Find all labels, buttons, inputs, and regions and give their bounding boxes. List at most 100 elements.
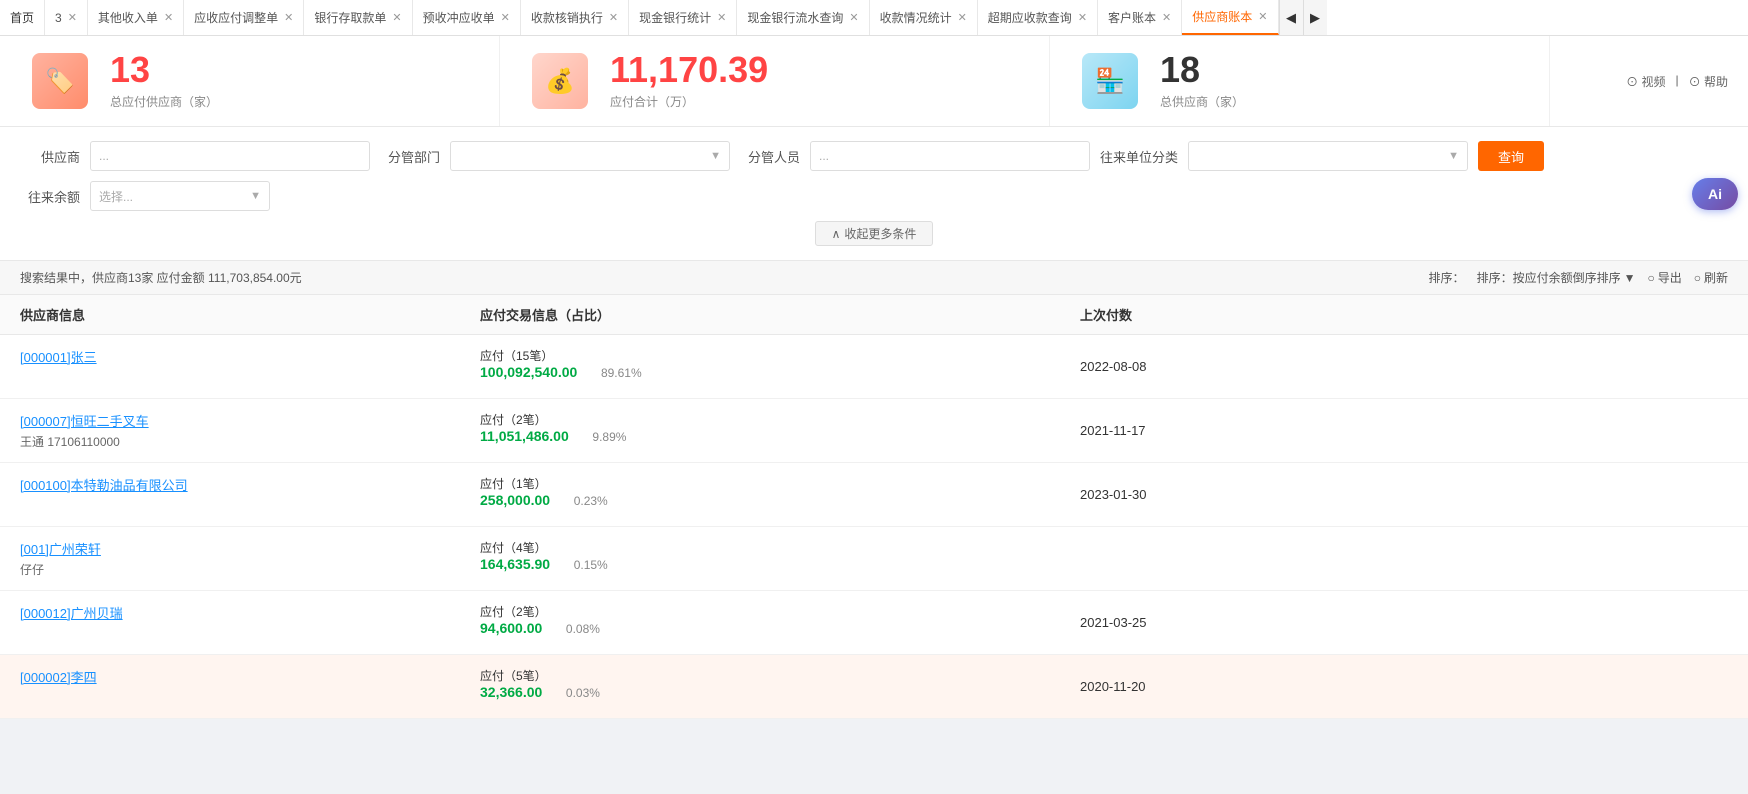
nav-item-tab3[interactable]: 应收应付调整单 ✕ <box>184 0 304 35</box>
nav-item-home[interactable]: 首页 <box>0 0 45 35</box>
tx-percent: 0.03% <box>566 686 600 700</box>
dept-filter-label: 分管部门 <box>380 147 440 166</box>
supplier-link[interactable]: [000012]广州贝瑞 <box>20 606 123 621</box>
last-pay-date: 2020-11-20 <box>1080 679 1146 694</box>
last-pay-date: 2021-11-17 <box>1080 423 1146 438</box>
last-pay-cell <box>1080 539 1728 578</box>
close-tab9-icon[interactable]: ✕ <box>958 11 967 24</box>
nav-item-tab11[interactable]: 客户账本 ✕ <box>1098 0 1182 35</box>
last-pay-cell: 2023-01-30 <box>1080 475 1728 514</box>
col-header-last-pay: 上次付数 <box>1080 305 1728 324</box>
total-suppliers-label: 总供应商（家） <box>1160 93 1244 110</box>
close-tab2-icon[interactable]: ✕ <box>164 11 173 24</box>
tx-amount-row: 258,000.00 0.23% <box>480 492 1080 508</box>
nav-item-tab6[interactable]: 收款核销执行 ✕ <box>521 0 629 35</box>
nav-item-tab2[interactable]: 其他收入单 ✕ <box>88 0 184 35</box>
supplier-link[interactable]: [001]广州荣轩 <box>20 542 101 557</box>
nav-right-arrow[interactable]: ▶ <box>1303 0 1327 35</box>
close-tab7-icon[interactable]: ✕ <box>717 11 726 24</box>
close-tab3-icon[interactable]: ✕ <box>284 11 293 24</box>
nav-left-arrow[interactable]: ◀ <box>1279 0 1303 35</box>
nav-item-tab5[interactable]: 预收冲应收单 ✕ <box>413 0 521 35</box>
category-filter-label: 往来单位分类 <box>1100 147 1178 166</box>
nav-item-tab12[interactable]: 供应商账本 ✕ <box>1182 0 1278 35</box>
tx-label: 应付（4笔） <box>480 539 1080 556</box>
supplier-link[interactable]: [000002]李四 <box>20 670 97 685</box>
tx-amount[interactable]: 32,366.00 <box>480 684 542 700</box>
close-tab11-icon[interactable]: ✕ <box>1162 11 1171 24</box>
tx-amount[interactable]: 100,092,540.00 <box>480 364 577 380</box>
collapse-up-icon: ∧ <box>832 227 841 241</box>
nav-item-tab4[interactable]: 银行存取款单 ✕ <box>304 0 412 35</box>
person-filter-input[interactable]: ... <box>810 141 1090 171</box>
dept-filter-select[interactable]: ▼ <box>450 141 730 171</box>
tx-amount[interactable]: 11,051,486.00 <box>480 428 569 444</box>
supplier-cell: [000001]张三 <box>20 347 480 386</box>
supplier-link[interactable]: [000001]张三 <box>20 350 97 365</box>
close-tab6-icon[interactable]: ✕ <box>609 11 618 24</box>
close-tab4-icon[interactable]: ✕ <box>392 11 401 24</box>
transaction-cell: 应付（15笔） 100,092,540.00 89.61% <box>480 347 1080 386</box>
query-button[interactable]: 查询 <box>1478 141 1544 171</box>
collapse-button[interactable]: ∧ 收起更多条件 <box>815 221 934 246</box>
tab8-label: 现金银行流水查询 <box>747 9 843 26</box>
supplier-icon: 🏷️ <box>30 51 90 111</box>
tx-amount-row: 32,366.00 0.03% <box>480 684 1080 700</box>
tx-percent: 0.23% <box>574 494 608 508</box>
person-filter-label: 分管人员 <box>740 147 800 166</box>
tx-amount[interactable]: 164,635.90 <box>480 556 550 572</box>
table-area: 供应商信息 应付交易信息（占比） 上次付数 [000001]张三 应付（15笔）… <box>0 295 1748 719</box>
table-row: [000100]本特勒油品有限公司 应付（1笔） 258,000.00 0.23… <box>0 463 1748 527</box>
supplier-filter-label: 供应商 <box>20 147 80 166</box>
category-chevron-icon: ▼ <box>1448 150 1459 162</box>
tx-label: 应付（2笔） <box>480 411 1080 428</box>
nav-item-tab1[interactable]: 3 ✕ <box>45 0 88 35</box>
close-tab12-icon[interactable]: ✕ <box>1258 10 1267 23</box>
last-pay-cell: 2022-08-08 <box>1080 347 1728 386</box>
refresh-button[interactable]: ○ 刷新 <box>1694 269 1728 286</box>
close-tab8-icon[interactable]: ✕ <box>849 11 858 24</box>
tx-label: 应付（15笔） <box>480 347 1080 364</box>
export-button[interactable]: ○ 导出 <box>1647 269 1681 286</box>
tx-amount[interactable]: 258,000.00 <box>480 492 550 508</box>
category-filter-select[interactable]: ▼ <box>1188 141 1468 171</box>
transaction-cell: 应付（2笔） 94,600.00 0.08% <box>480 603 1080 642</box>
close-tab1-icon[interactable]: ✕ <box>68 11 77 24</box>
supplier-sub: 仔仔 <box>20 561 480 578</box>
nav-item-tab10[interactable]: 超期应收款查询 ✕ <box>978 0 1098 35</box>
help-link[interactable]: ⊙ 帮助 <box>1689 73 1728 90</box>
balance-filter-label: 往来余额 <box>20 187 80 206</box>
filter-collapse-area: ∧ 收起更多条件 <box>20 221 1728 246</box>
nav-item-tab8[interactable]: 现金银行流水查询 ✕ <box>737 0 869 35</box>
tx-amount[interactable]: 94,600.00 <box>480 620 542 636</box>
payable-total-label: 应付合计（万） <box>610 93 768 110</box>
table-row: [000007]恒旺二手叉车 王通 17106110000 应付（2笔） 11,… <box>0 399 1748 463</box>
video-link[interactable]: ⊙ 视频 <box>1626 73 1665 90</box>
nav-item-tab9[interactable]: 收款情况统计 ✕ <box>870 0 978 35</box>
last-pay-date: 2022-08-08 <box>1080 359 1147 374</box>
tx-percent: 0.08% <box>566 622 600 636</box>
close-tab10-icon[interactable]: ✕ <box>1078 11 1087 24</box>
result-actions: 排序： 排序：按应付余额倒序排序 ▼ ○ 导出 ○ 刷新 <box>1429 269 1728 286</box>
balance-filter-select[interactable]: 选择... ▼ <box>90 181 270 211</box>
collapse-label: 收起更多条件 <box>844 225 916 242</box>
total-suppliers-count: 18 <box>1160 52 1244 88</box>
supplier-cell: [000100]本特勒油品有限公司 <box>20 475 480 514</box>
nav-item-tab7[interactable]: 现金银行统计 ✕ <box>629 0 737 35</box>
supplier-cell: [000002]李四 <box>20 667 480 706</box>
payable-total-amount: 11,170.39 <box>610 52 768 88</box>
sort-select[interactable]: 排序：按应付余额倒序排序 ▼ <box>1477 269 1636 286</box>
table-row: [000012]广州贝瑞 应付（2笔） 94,600.00 0.08% 2021… <box>0 591 1748 655</box>
nav-bar: 首页 3 ✕ 其他收入单 ✕ 应收应付调整单 ✕ 银行存取款单 ✕ 预收冲应收单… <box>0 0 1748 36</box>
ai-button[interactable]: Ai <box>1692 178 1738 210</box>
refresh-icon: ○ <box>1694 271 1701 285</box>
col-header-supplier: 供应商信息 <box>20 305 480 324</box>
supplier-filter-input[interactable]: ... <box>90 141 370 171</box>
supplier-link[interactable]: [000007]恒旺二手叉车 <box>20 414 149 429</box>
supplier-cell: [000007]恒旺二手叉车 王通 17106110000 <box>20 411 480 450</box>
tab7-label: 现金银行统计 <box>639 9 711 26</box>
stat-block-payable-total: 💰 11,170.39 应付合计（万） <box>500 36 1050 126</box>
supplier-link[interactable]: [000100]本特勒油品有限公司 <box>20 478 188 493</box>
stat-info-total: 11,170.39 应付合计（万） <box>610 52 768 110</box>
close-tab5-icon[interactable]: ✕ <box>501 11 510 24</box>
